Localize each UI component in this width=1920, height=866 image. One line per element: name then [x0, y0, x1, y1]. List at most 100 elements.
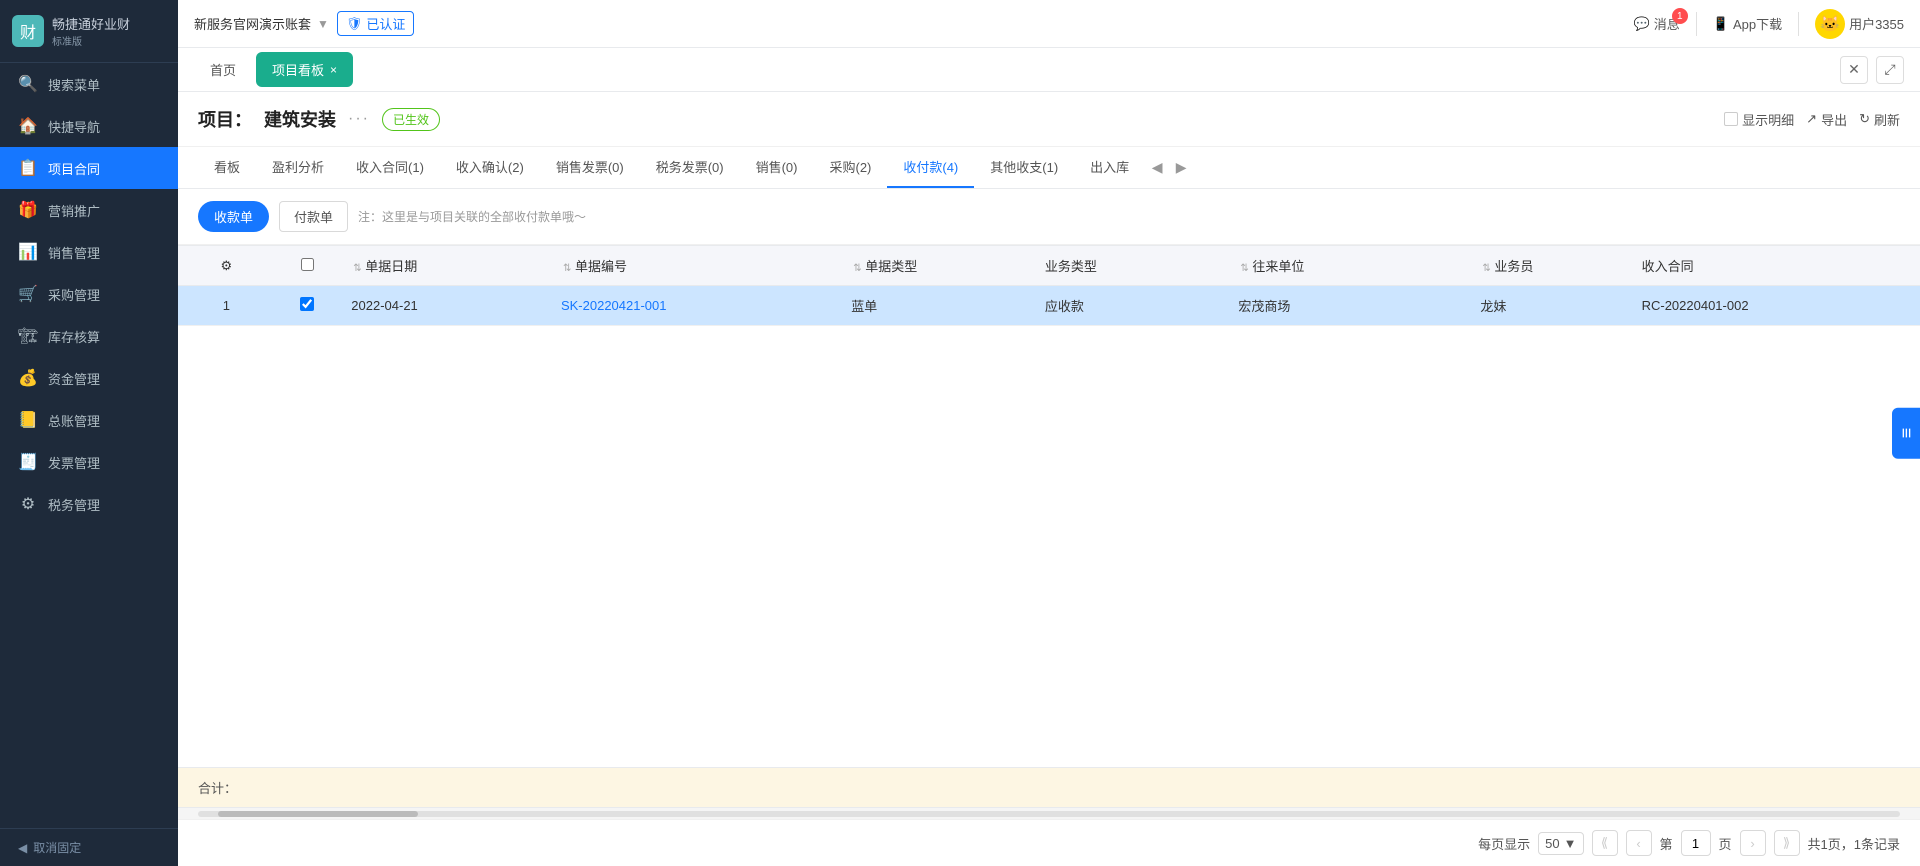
row-type: 蓝单	[839, 286, 1033, 326]
app-download-button[interactable]: 📱 App下载	[1713, 14, 1782, 33]
messages-button[interactable]: 💬 消息 1	[1634, 14, 1680, 33]
row-contract: RC-20220401-002	[1630, 286, 1920, 326]
tab-maximize-button[interactable]: ⤢	[1876, 56, 1904, 84]
topbar-right: 💬 消息 1 📱 App下载 🐱 用户3355	[1634, 9, 1904, 39]
receipt-icon: 🧾	[18, 452, 38, 472]
sort-icon: ⇅	[353, 263, 361, 274]
tab-project-board[interactable]: 项目看板 ×	[256, 52, 353, 87]
col-settings-header[interactable]: ⚙	[178, 246, 275, 286]
col-date-header[interactable]: ⇅ 单据日期	[339, 246, 549, 286]
row-biztype: 应收款	[1033, 286, 1227, 326]
sidebar-item-contract[interactable]: 📋 项目合同	[0, 147, 178, 189]
refresh-button[interactable]: ↻ 刷新	[1859, 110, 1900, 129]
export-icon: ↗	[1806, 111, 1817, 127]
topbar-account[interactable]: 新服务官网演示账套 ▼	[194, 14, 329, 33]
project-more-button[interactable]: ···	[348, 110, 370, 128]
money-icon: 💰	[18, 368, 38, 388]
home-icon: 🏠	[18, 116, 38, 136]
col-check-header[interactable]	[275, 246, 340, 286]
scrollbar-track[interactable]	[198, 811, 1900, 817]
select-all-checkbox[interactable]	[301, 258, 314, 271]
row-no[interactable]: SK-20220421-001	[549, 286, 839, 326]
sidebar-item-purchase[interactable]: 🛒 采购管理	[0, 273, 178, 315]
col-staff-header[interactable]: ⇅ 业务员	[1468, 246, 1629, 286]
main-content: 新服务官网演示账套 ▼ 🛡 已认证 💬 消息 1 📱 App下载 🐱 用	[178, 0, 1920, 866]
table-scrollbar[interactable]	[178, 807, 1920, 819]
sidebar-item-sales[interactable]: 📊 销售管理	[0, 231, 178, 273]
total-label: 合计：	[198, 778, 237, 797]
sidebar: 财 畅捷通好业财 标准版 🔍 搜索菜单 🏠 快捷导航 📋 项目合同 🎁 营销推广…	[0, 0, 178, 866]
records-table: ⚙ ⇅ 单据日期 ⇅ 单据编号	[178, 245, 1920, 326]
tab-home[interactable]: 首页	[194, 52, 252, 87]
row-check[interactable]	[275, 286, 340, 326]
row-no-link[interactable]: SK-20220421-001	[561, 298, 667, 313]
first-page-button[interactable]: ⟪	[1592, 830, 1618, 856]
project-header: 项目： 建筑安装 ··· 已生效 显示明细 ↗ 导出 ↻ 刷新	[178, 92, 1920, 147]
sidebar-item-shortcut[interactable]: 🏠 快捷导航	[0, 105, 178, 147]
sidebar-item-inventory[interactable]: 🏗 库存核算	[0, 315, 178, 357]
payment-button[interactable]: 付款单	[279, 201, 348, 232]
subnav-income-contract[interactable]: 收入合同(1)	[340, 147, 440, 188]
sidebar-item-search[interactable]: 🔍 搜索菜单	[0, 63, 178, 105]
sidebar-item-tax[interactable]: ⚙ 税务管理	[0, 483, 178, 525]
page-suffix: 页	[1719, 834, 1732, 853]
sidebar-logo-text: 畅捷通好业财 标准版	[52, 14, 130, 48]
row-staff: 龙妹	[1468, 286, 1629, 326]
subnav-next-arrow[interactable]: ▶	[1169, 156, 1193, 180]
subnav-inout[interactable]: 出入库	[1074, 147, 1145, 188]
right-panel-button[interactable]: ≡	[1892, 408, 1920, 459]
receipt-button[interactable]: 收款单	[198, 201, 269, 232]
sidebar-item-marketing[interactable]: 🎁 营销推广	[0, 189, 178, 231]
gear-icon: ⚙	[18, 494, 38, 514]
subnav-payment[interactable]: 收付款(4)	[887, 147, 974, 188]
row-checkbox[interactable]	[300, 297, 314, 311]
subnav-prev-arrow[interactable]: ◀	[1145, 156, 1169, 180]
detail-checkbox-icon[interactable]	[1724, 112, 1738, 126]
sidebar-item-finance[interactable]: 💰 资金管理	[0, 357, 178, 399]
subnav-other[interactable]: 其他收支(1)	[974, 147, 1074, 188]
per-page-select[interactable]: 50 ▼	[1538, 832, 1583, 855]
subnav: 看板 盈利分析 收入合同(1) 收入确认(2) 销售发票(0) 税务发票(0) …	[178, 147, 1920, 189]
table-wrap: ⚙ ⇅ 单据日期 ⇅ 单据编号	[178, 245, 1920, 767]
subnav-income-confirm[interactable]: 收入确认(2)	[440, 147, 540, 188]
topbar-left: 新服务官网演示账套 ▼ 🛡 已认证	[194, 11, 1622, 36]
subnav-board[interactable]: 看板	[198, 147, 256, 188]
pagination: 每页显示 50 ▼ ⟪ ‹ 第 页 › ⟫ 共1页，1条记录	[178, 819, 1920, 866]
col-contract-header: 收入合同	[1630, 246, 1920, 286]
subnav-tax-invoice[interactable]: 税务发票(0)	[640, 147, 740, 188]
scrollbar-thumb[interactable]	[218, 811, 418, 817]
tab-close-icon[interactable]: ×	[330, 63, 337, 77]
next-page-button[interactable]: ›	[1740, 830, 1766, 856]
tab-close-all-button[interactable]: ✕	[1840, 56, 1868, 84]
sort-icon4: ⇅	[1240, 263, 1248, 274]
tabbar-actions: ✕ ⤢	[1840, 56, 1904, 84]
user-profile[interactable]: 🐱 用户3355	[1815, 9, 1904, 39]
col-no-header[interactable]: ⇅ 单据编号	[549, 246, 839, 286]
prev-page-button[interactable]: ‹	[1626, 830, 1652, 856]
sort-icon5: ⇅	[1482, 263, 1490, 274]
sub-actions: 收款单 付款单 注：这里是与项目关联的全部收付款单哦～	[178, 189, 1920, 245]
sidebar-unpin[interactable]: ◀ 取消固定	[0, 828, 178, 866]
subnav-sales-invoice[interactable]: 销售发票(0)	[540, 147, 640, 188]
refresh-icon: ↻	[1859, 111, 1870, 127]
topbar-divider2	[1798, 12, 1799, 36]
row-date: 2022-04-21	[339, 286, 549, 326]
account-dropdown-icon: ▼	[317, 17, 329, 31]
page-input[interactable]	[1681, 830, 1711, 856]
show-detail-checkbox[interactable]: 显示明细	[1724, 110, 1794, 129]
subnav-purchase[interactable]: 采购(2)	[813, 147, 887, 188]
project-name: 建筑安装	[264, 106, 336, 132]
search-icon: 🔍	[18, 74, 38, 94]
sidebar-item-invoice[interactable]: 🧾 发票管理	[0, 441, 178, 483]
tabbar: 首页 项目看板 × ✕ ⤢	[178, 48, 1920, 92]
export-button[interactable]: ↗ 导出	[1806, 110, 1847, 129]
col-type-header[interactable]: ⇅ 单据类型	[839, 246, 1033, 286]
subnav-profit[interactable]: 盈利分析	[256, 147, 340, 188]
message-badge: 1	[1672, 8, 1688, 24]
per-page-label: 每页显示	[1478, 834, 1530, 853]
last-page-button[interactable]: ⟫	[1774, 830, 1800, 856]
col-partner-header[interactable]: ⇅ 往来单位	[1226, 246, 1468, 286]
sidebar-item-ledger[interactable]: 📒 总账管理	[0, 399, 178, 441]
subnav-sales[interactable]: 销售(0)	[740, 147, 814, 188]
table-row[interactable]: 1 2022-04-21 SK-20220421-001 蓝单 应收款 宏茂商场…	[178, 286, 1920, 326]
